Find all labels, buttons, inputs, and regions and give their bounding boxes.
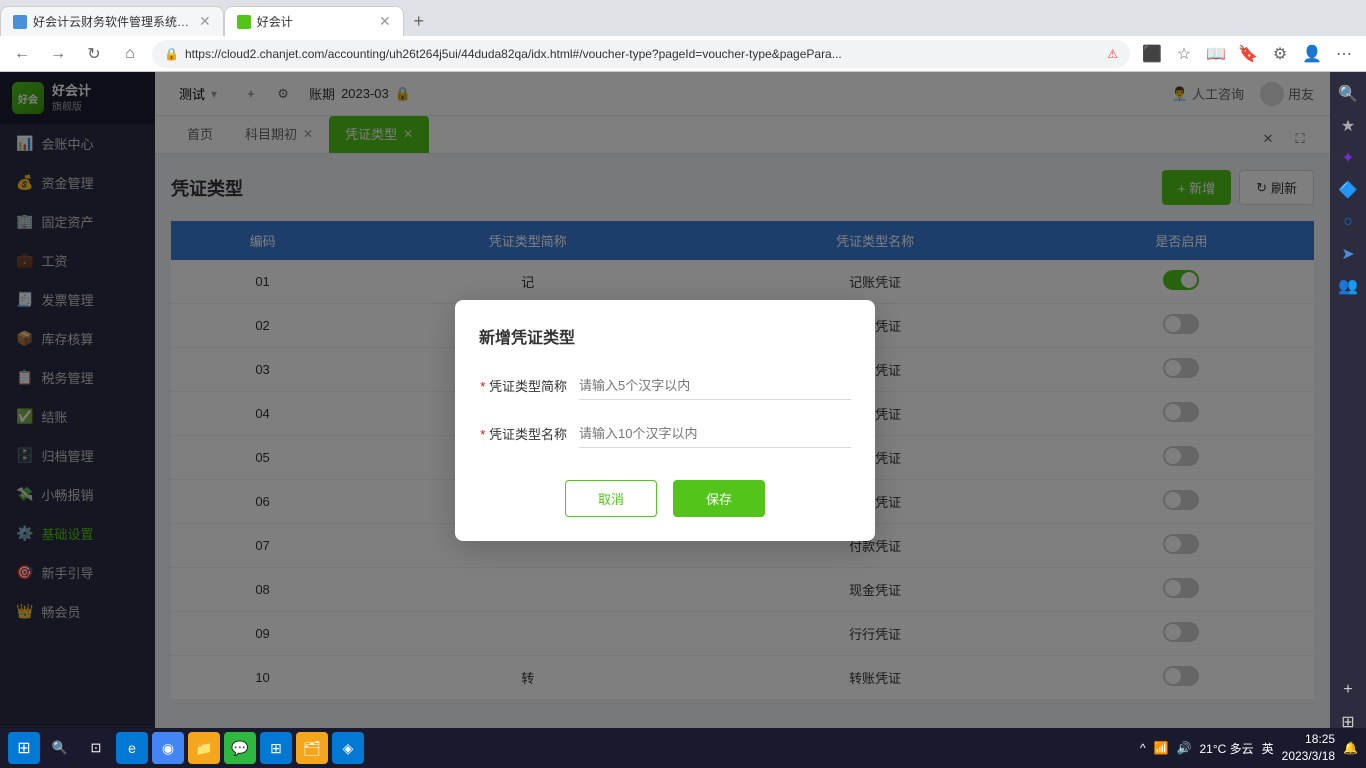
right-ai-icon[interactable]: ✦ <box>1334 144 1362 172</box>
right-search-icon[interactable]: 🔍 <box>1334 80 1362 108</box>
url-lock-icon: 🔒 <box>164 47 179 61</box>
taskbar-start-button[interactable]: ⊞ <box>8 732 40 764</box>
collections-btn[interactable]: 🔖 <box>1234 40 1262 68</box>
taskbar-search-btn[interactable]: 🔍 <box>44 732 76 764</box>
taskbar-weather: 21°C 多云 <box>1199 740 1253 757</box>
files-taskbar-icon: 📁 <box>195 740 212 757</box>
windows-icon: ⊞ <box>17 738 30 758</box>
wechat-taskbar-icon: 💬 <box>231 740 248 757</box>
taskbar-right: ^ 📶 🔊 21°C 多云 英 18:25 2023/3/18 🔔 <box>1140 731 1358 765</box>
taskbar-clock[interactable]: 18:25 2023/3/18 <box>1282 731 1335 765</box>
form-row-name: * 凭证类型名称 <box>479 420 851 448</box>
name-required-star: * <box>480 427 485 442</box>
name-input[interactable] <box>579 420 851 448</box>
taskbar-network-icon[interactable]: 📶 <box>1154 741 1169 755</box>
reading-view-btn[interactable]: 📖 <box>1202 40 1230 68</box>
url-bar[interactable]: 🔒 https://cloud2.chanjet.com/accounting/… <box>152 40 1130 68</box>
modal-overlay: 新增凭证类型 * 凭证类型简称 * 凭证类型名称 取消 保存 <box>0 72 1330 768</box>
modal-footer: 取消 保存 <box>479 480 851 517</box>
extension-icon: ⚠ <box>1107 47 1118 61</box>
home-button[interactable]: ⌂ <box>116 40 144 68</box>
taskbar-up-arrow[interactable]: ^ <box>1140 741 1146 755</box>
taskbar-date-display: 2023/3/18 <box>1282 748 1335 765</box>
tab-close-1[interactable]: ✕ <box>199 13 211 30</box>
browser-chrome: 好会计云财务软件管理系统_会计 ✕ 好会计 ✕ + ← → ↻ ⌂ 🔒 http… <box>0 0 1366 72</box>
settings-btn[interactable]: ⚙ <box>1266 40 1294 68</box>
address-actions: ⬛ ☆ 📖 🔖 ⚙ 👤 ⋯ <box>1138 40 1358 68</box>
short-label: * 凭证类型简称 <box>479 376 579 395</box>
more-btn[interactable]: ⋯ <box>1330 40 1358 68</box>
short-required-star: * <box>480 379 485 394</box>
right-plus-icon[interactable]: + <box>1334 676 1362 704</box>
right-panel: 🔍 ★ ✦ 🔷 ○ ➤ 👥 + ⊞ ⚙ <box>1330 72 1366 768</box>
taskbar-chrome-app[interactable]: ◉ <box>152 732 184 764</box>
right-teams-icon[interactable]: 👥 <box>1334 272 1362 300</box>
form-row-short: * 凭证类型简称 <box>479 372 851 400</box>
add-voucher-type-modal: 新增凭证类型 * 凭证类型简称 * 凭证类型名称 取消 保存 <box>455 300 875 541</box>
tab-favicon-1 <box>13 15 27 29</box>
folder-taskbar-icon: 🗂 <box>303 740 321 757</box>
tab-close-2[interactable]: ✕ <box>379 13 391 30</box>
tab-favicon-2 <box>237 15 251 29</box>
taskbar-edge2-app[interactable]: ◈ <box>332 732 364 764</box>
taskbar-folder-app[interactable]: 🗂 <box>296 732 328 764</box>
taskbar-time-display: 18:25 <box>1282 731 1335 748</box>
taskbar-volume-icon[interactable]: 🔊 <box>1177 741 1192 755</box>
right-edge-icon[interactable]: 🔷 <box>1334 176 1362 204</box>
taskbar-store-app[interactable]: ⊞ <box>260 732 292 764</box>
back-button[interactable]: ← <box>8 40 36 68</box>
name-label: * 凭证类型名称 <box>479 424 579 443</box>
browser-tab-1[interactable]: 好会计云财务软件管理系统_会计 ✕ <box>0 6 224 36</box>
extensions-btn[interactable]: ⬛ <box>1138 40 1166 68</box>
store-taskbar-icon: ⊞ <box>270 740 282 757</box>
taskbar-wechat-app[interactable]: 💬 <box>224 732 256 764</box>
taskbar-language: 英 <box>1262 740 1274 757</box>
reload-button[interactable]: ↻ <box>80 40 108 68</box>
taskbar-multitask-btn[interactable]: ⊡ <box>80 732 112 764</box>
save-button[interactable]: 保存 <box>673 480 765 517</box>
right-send-icon[interactable]: ➤ <box>1334 240 1362 268</box>
url-text: https://cloud2.chanjet.com/accounting/uh… <box>185 47 1101 61</box>
taskbar-edge-app[interactable]: e <box>116 732 148 764</box>
right-star-icon[interactable]: ★ <box>1334 112 1362 140</box>
edge2-taskbar-icon: ◈ <box>343 740 354 757</box>
user-profile-btn[interactable]: 👤 <box>1298 40 1326 68</box>
new-tab-button[interactable]: + <box>404 6 434 36</box>
taskbar: ⊞ 🔍 ⊡ e ◉ 📁 💬 ⊞ 🗂 ◈ ^ 📶 🔊 21°C 多云 英 18:2… <box>0 728 1366 768</box>
favorites-btn[interactable]: ☆ <box>1170 40 1198 68</box>
right-outlook-icon[interactable]: ○ <box>1334 208 1362 236</box>
tab-bar: 好会计云财务软件管理系统_会计 ✕ 好会计 ✕ + <box>0 0 1366 36</box>
address-bar: ← → ↻ ⌂ 🔒 https://cloud2.chanjet.com/acc… <box>0 36 1366 72</box>
tab-title-2: 好会计 <box>257 13 293 30</box>
forward-button[interactable]: → <box>44 40 72 68</box>
modal-title: 新增凭证类型 <box>479 324 851 348</box>
short-input[interactable] <box>579 372 851 400</box>
taskbar-notification-icon[interactable]: 🔔 <box>1343 741 1358 755</box>
taskbar-files-app[interactable]: 📁 <box>188 732 220 764</box>
chrome-taskbar-icon: ◉ <box>162 740 174 757</box>
cancel-button[interactable]: 取消 <box>565 480 657 517</box>
edge-taskbar-icon: e <box>128 740 136 756</box>
browser-tab-2[interactable]: 好会计 ✕ <box>224 6 404 36</box>
tab-title-1: 好会计云财务软件管理系统_会计 <box>33 13 193 30</box>
